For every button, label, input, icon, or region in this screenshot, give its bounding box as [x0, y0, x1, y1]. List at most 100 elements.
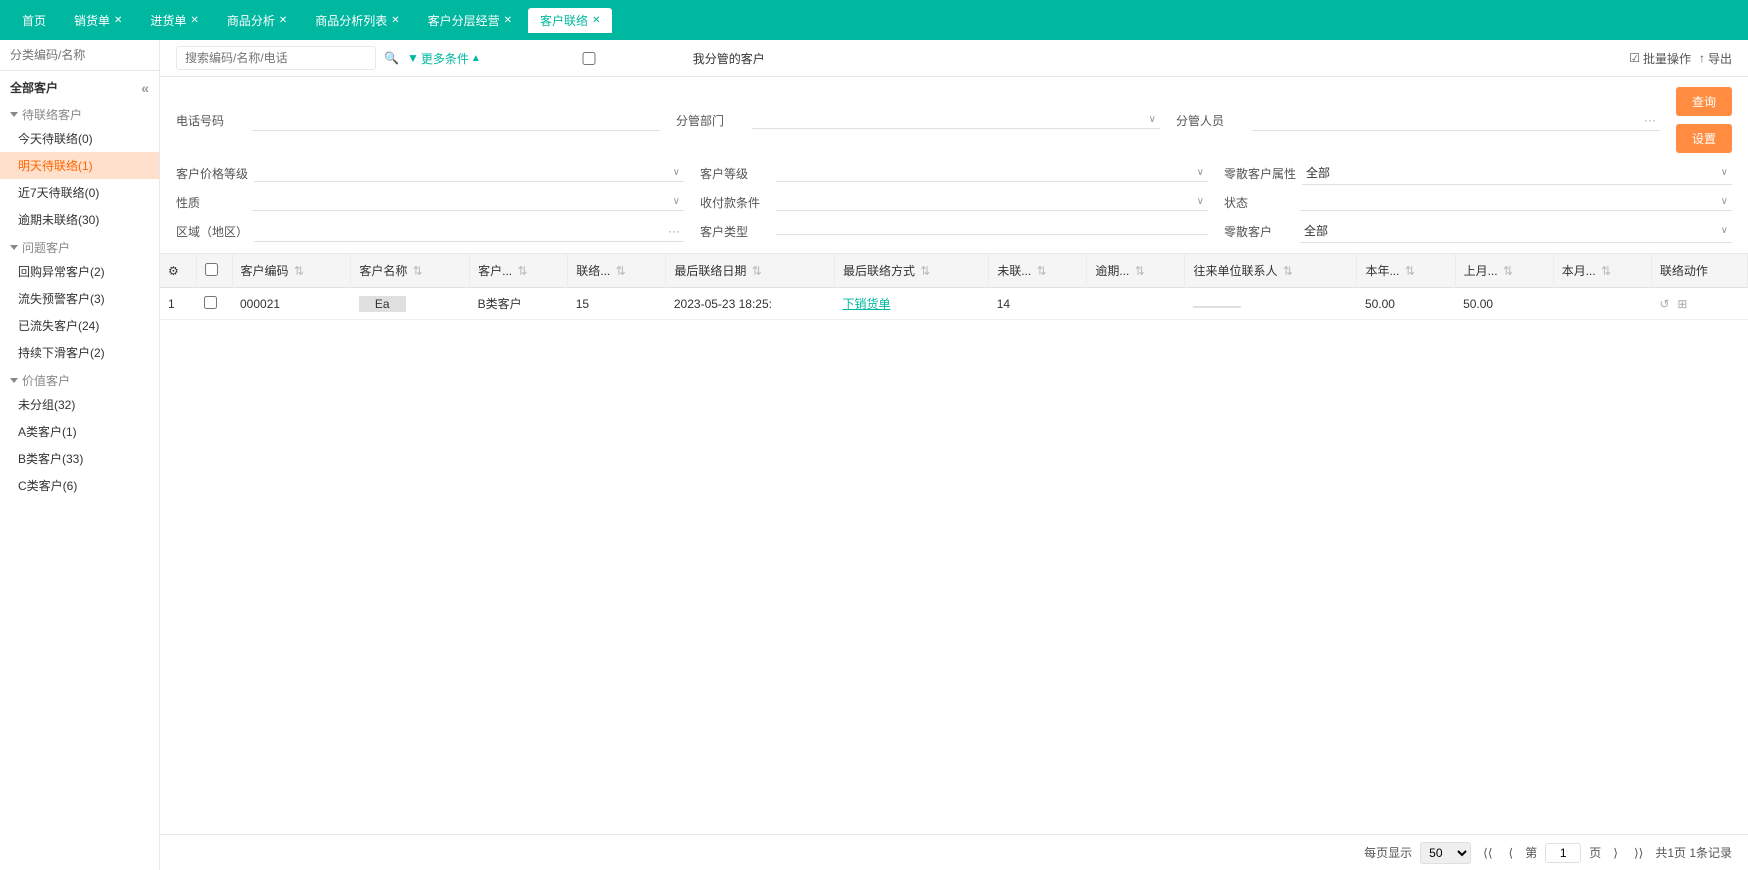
phone-input[interactable]: [252, 110, 660, 131]
sidebar-item-c[interactable]: C类客户(6): [0, 472, 159, 499]
retail-attr-select[interactable]: 全部∨: [1302, 161, 1732, 185]
export-btn[interactable]: ↑ 导出: [1699, 50, 1732, 67]
gender-select[interactable]: ∨: [252, 193, 684, 211]
th-unlink: 未联... ⇅: [989, 254, 1087, 288]
search-icon[interactable]: 🔍: [384, 51, 399, 65]
sort-overdue-icon[interactable]: ⇅: [1135, 264, 1145, 278]
nav-home[interactable]: 首页: [10, 8, 58, 33]
my-customers-check[interactable]: [489, 52, 689, 65]
my-customers-checkbox[interactable]: 我分管的客户: [489, 50, 765, 67]
nav-sales[interactable]: 销货单 ✕: [62, 8, 134, 33]
per-page-select[interactable]: 50 100: [1420, 842, 1471, 864]
sidebar-item-declining[interactable]: 持续下滑客户(2): [0, 339, 159, 366]
dots-icon[interactable]: ···: [1644, 113, 1656, 127]
last-page-btn[interactable]: ⟩⟩: [1630, 844, 1647, 862]
sidebar-item-7days[interactable]: 近7天待联络(0): [0, 179, 159, 206]
sidebar-item-ungroup[interactable]: 未分组(32): [0, 391, 159, 418]
cust-level-select[interactable]: ∨: [776, 164, 1208, 182]
manager-select[interactable]: ···: [1252, 110, 1660, 131]
per-page-label: 每页显示: [1364, 844, 1412, 861]
name-blur: Ea: [359, 296, 406, 312]
action-icon-grid[interactable]: ⊞: [1677, 297, 1687, 311]
nav-segment-close[interactable]: ✕: [504, 15, 512, 26]
sort-person-icon[interactable]: ⇅: [1283, 264, 1293, 278]
th-last-way: 最后联络方式 ⇅: [834, 254, 988, 288]
filter-gender: 性质 ∨: [176, 193, 684, 211]
sidebar-item-tomorrow[interactable]: 明天待联络(1): [0, 152, 159, 179]
more-conditions-btn[interactable]: ▼ 更多条件 ▲: [407, 50, 481, 67]
nav-contact-close[interactable]: ✕: [592, 15, 600, 26]
select-all-checkbox[interactable]: [205, 263, 218, 276]
next-page-btn[interactable]: ⟩: [1609, 844, 1622, 862]
sort-year-icon[interactable]: ⇅: [1405, 264, 1415, 278]
pending-section-title: 待联络客户: [0, 100, 159, 125]
last-way-link[interactable]: 下销货单: [842, 297, 890, 311]
search-input[interactable]: [176, 46, 376, 70]
nav-product-analysis[interactable]: 商品分析 ✕: [215, 8, 299, 33]
region-select[interactable]: ···: [254, 221, 684, 242]
th-checkbox: [196, 254, 232, 288]
row-checkbox[interactable]: [204, 296, 217, 309]
td-type: B类客户: [470, 288, 568, 320]
sidebar-item-b[interactable]: B类客户(33): [0, 445, 159, 472]
td-name: Ea: [351, 288, 470, 320]
query-btn[interactable]: 查询: [1676, 87, 1732, 116]
sort-tmonth-icon[interactable]: ⇅: [1601, 264, 1611, 278]
sidebar-item-churn-warn[interactable]: 流失预警客户(3): [0, 285, 159, 312]
sort-type-icon[interactable]: ⇅: [517, 264, 527, 278]
all-customers-label: 全部客户: [10, 79, 58, 96]
sidebar-item-churned[interactable]: 已流失客户(24): [0, 312, 159, 339]
td-this-year: 50.00: [1357, 288, 1455, 320]
page-input[interactable]: [1545, 843, 1581, 863]
dept-select[interactable]: ∨: [752, 111, 1160, 129]
sidebar-search-input[interactable]: [10, 48, 160, 62]
sidebar-all-customers: 全部客户 «: [0, 71, 159, 100]
collapse-icon[interactable]: «: [141, 80, 149, 96]
prev-page-btn[interactable]: ⟨: [1505, 844, 1518, 862]
nav-customer-segment[interactable]: 客户分层经营 ✕: [416, 8, 524, 33]
payment-select[interactable]: ∨: [776, 193, 1208, 211]
top-nav: 首页 销货单 ✕ 进货单 ✕ 商品分析 ✕ 商品分析列表 ✕ 客户分层经营 ✕ …: [0, 0, 1748, 40]
action-icon-refresh[interactable]: ↺: [1659, 297, 1669, 311]
th-type: 客户... ⇅: [470, 254, 568, 288]
nav-product-analysis-close[interactable]: ✕: [279, 15, 287, 26]
sidebar-item-today[interactable]: 今天待联络(0): [0, 125, 159, 152]
nav-purchase-close[interactable]: ✕: [190, 15, 198, 26]
nav-sales-close[interactable]: ✕: [114, 15, 122, 26]
nav-product-list[interactable]: 商品分析列表 ✕: [303, 8, 411, 33]
export-icon: ↑: [1699, 51, 1705, 65]
price-level-select[interactable]: ∨: [254, 164, 684, 182]
batch-op-btn[interactable]: ☑ 批量操作: [1629, 50, 1691, 67]
sidebar-item-a[interactable]: A类客户(1): [0, 418, 159, 445]
sort-lmonth-icon[interactable]: ⇅: [1503, 264, 1513, 278]
triangle-icon-value: [10, 378, 18, 383]
region-dots[interactable]: ···: [668, 224, 680, 238]
settings-icon[interactable]: ⚙: [168, 264, 179, 278]
nav-customer-contact[interactable]: 客户联络 ✕: [528, 8, 612, 33]
sort-contact-icon[interactable]: ⇅: [616, 264, 626, 278]
sort-date-icon[interactable]: ⇅: [752, 264, 762, 278]
cust-type-select[interactable]: [776, 228, 1208, 235]
sort-code-icon[interactable]: ⇅: [294, 264, 304, 278]
filter-status: 状态 ∨: [1224, 193, 1732, 211]
retail-cust-select[interactable]: 全部∨: [1300, 219, 1732, 243]
nav-purchase[interactable]: 进货单 ✕: [138, 8, 210, 33]
sidebar-search-bar: 🔍: [0, 40, 159, 71]
sort-way-icon[interactable]: ⇅: [920, 264, 930, 278]
sort-name-icon[interactable]: ⇅: [413, 264, 423, 278]
page-label: 第: [1525, 844, 1537, 861]
chevron-gender: ∨: [673, 196, 680, 207]
first-page-btn[interactable]: ⟨⟨: [1479, 844, 1496, 862]
set-btn[interactable]: 设置: [1676, 124, 1732, 153]
sidebar-item-repurchase[interactable]: 回购异常客户(2): [0, 258, 159, 285]
nav-product-list-close[interactable]: ✕: [391, 15, 399, 26]
status-select[interactable]: ∨: [1300, 193, 1732, 211]
sort-unlink-icon[interactable]: ⇅: [1037, 264, 1047, 278]
td-last-month: 50.00: [1455, 288, 1553, 320]
action-icons: ↺ ⊞: [1659, 297, 1739, 311]
chevron-price: ∨: [673, 167, 680, 178]
filter-cust-type: 客户类型: [700, 223, 1208, 240]
chevron-status: ∨: [1721, 196, 1728, 207]
sidebar-item-overdue[interactable]: 逾期未联络(30): [0, 206, 159, 233]
sidebar: 🔍 全部客户 « 待联络客户 今天待联络(0) 明天待联络(1) 近7天待联络(…: [0, 40, 160, 870]
